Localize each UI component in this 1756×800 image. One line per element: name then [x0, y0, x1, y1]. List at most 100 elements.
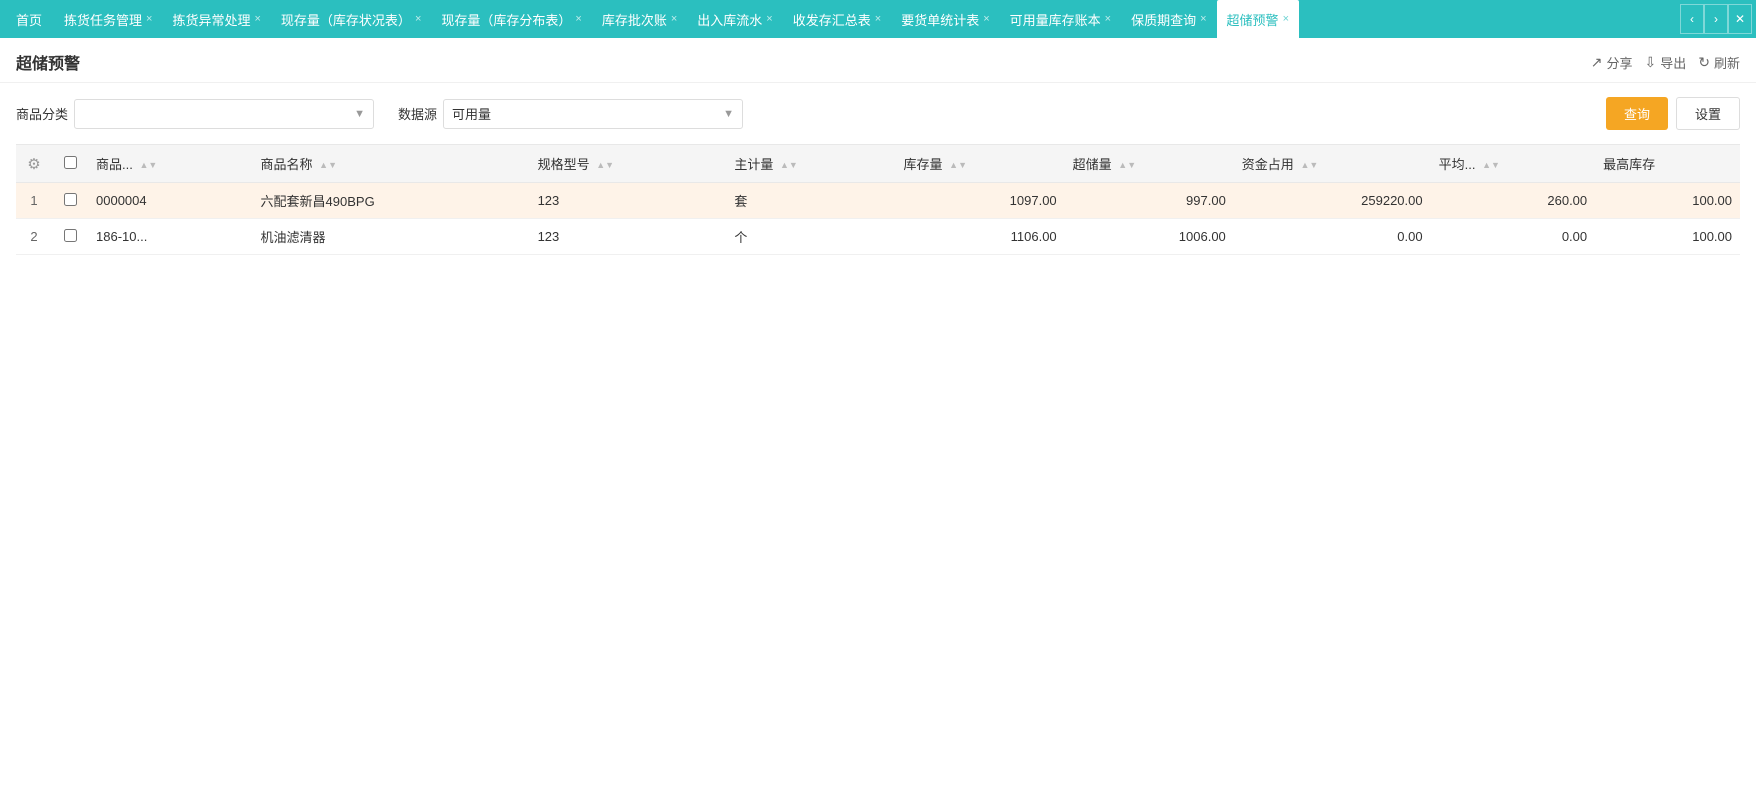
nav-tab-8[interactable]: 要货单统计表×: [891, 0, 999, 38]
nav-tab-7[interactable]: 收发存汇总表×: [783, 0, 891, 38]
export-button[interactable]: ⇩ 导出: [1645, 53, 1687, 72]
th-settings: ⚙: [16, 145, 52, 183]
row-product-name: 六配套新昌490BPG: [253, 183, 530, 219]
filter-buttons: 查询 设置: [1606, 97, 1740, 130]
top-nav: 首页拣货任务管理×拣货异常处理×现存量（库存状况表）×现存量（库存分布表）×库存…: [0, 0, 1756, 38]
sort-icon-unit[interactable]: ▲▼: [780, 161, 798, 170]
settings-button[interactable]: 设置: [1676, 97, 1740, 130]
table-wrap: ⚙ 商品... ▲▼ 商品名称 ▲▼ 规格型号 ▲▼ 主计: [0, 144, 1756, 255]
th-capital: 资金占用 ▲▼: [1234, 145, 1431, 183]
th-unit: 主计量 ▲▼: [726, 145, 895, 183]
th-stock-label: 库存量: [904, 157, 943, 172]
tab-close-icon-4[interactable]: ×: [575, 13, 581, 25]
row-checkbox-1[interactable]: [64, 229, 77, 242]
tab-close-icon-1[interactable]: ×: [146, 13, 152, 25]
row-avg: 0.00: [1431, 219, 1596, 255]
data-table: ⚙ 商品... ▲▼ 商品名称 ▲▼ 规格型号 ▲▼ 主计: [16, 144, 1740, 255]
query-button[interactable]: 查询: [1606, 97, 1668, 130]
th-over-stock: 超储量 ▲▼: [1065, 145, 1234, 183]
row-max-stock: 100.00: [1595, 183, 1740, 219]
sort-icon-over-stock[interactable]: ▲▼: [1118, 161, 1136, 170]
th-product-name-label: 商品名称: [261, 157, 313, 172]
nav-tab-1[interactable]: 拣货任务管理×: [54, 0, 162, 38]
th-spec: 规格型号 ▲▼: [530, 145, 727, 183]
th-max-stock: 最高库存: [1595, 145, 1740, 183]
table-body: 1 0000004 六配套新昌490BPG 123 套 1097.00 997.…: [16, 183, 1740, 255]
nav-tab-6[interactable]: 出入库流水×: [687, 0, 782, 38]
th-stock: 库存量 ▲▼: [896, 145, 1065, 183]
th-capital-label: 资金占用: [1242, 157, 1294, 172]
category-select[interactable]: ▼: [74, 99, 374, 129]
tab-close-icon-6[interactable]: ×: [766, 13, 772, 25]
tab-close-icon-10[interactable]: ×: [1200, 13, 1206, 25]
chevron-down-icon: ▼: [354, 108, 365, 120]
row-capital: 0.00: [1234, 219, 1431, 255]
row-max-stock: 100.00: [1595, 219, 1740, 255]
th-over-stock-label: 超储量: [1073, 157, 1112, 172]
row-unit: 个: [726, 219, 895, 255]
nav-tab-10[interactable]: 保质期查询×: [1121, 0, 1216, 38]
table-row: 2 186-10... 机油滤清器 123 个 1106.00 1006.00 …: [16, 219, 1740, 255]
nav-close-button[interactable]: ✕: [1728, 4, 1752, 34]
datasource-label: 数据源: [398, 104, 437, 123]
page-title: 超储预警: [16, 50, 80, 74]
page-header: 超储预警 ↗ 分享 ⇩ 导出 ↻ 刷新: [0, 38, 1756, 83]
row-product-name: 机油滤清器: [253, 219, 530, 255]
row-stock: 1097.00: [896, 183, 1065, 219]
nav-next-button[interactable]: ›: [1704, 4, 1728, 34]
settings-icon[interactable]: ⚙: [25, 155, 43, 173]
th-checkbox: [52, 145, 88, 183]
tab-close-icon-11[interactable]: ×: [1283, 13, 1289, 25]
tab-close-icon-7[interactable]: ×: [875, 13, 881, 25]
row-num: 1: [16, 183, 52, 219]
datasource-select[interactable]: 可用量 ▼: [443, 99, 743, 129]
nav-tab-9[interactable]: 可用量库存账本×: [1000, 0, 1121, 38]
sort-icon-spec[interactable]: ▲▼: [596, 161, 614, 170]
row-unit: 套: [726, 183, 895, 219]
row-capital: 259220.00: [1234, 183, 1431, 219]
sort-icon-capital[interactable]: ▲▼: [1300, 161, 1318, 170]
sort-icon-avg[interactable]: ▲▼: [1482, 161, 1500, 170]
table-header: ⚙ 商品... ▲▼ 商品名称 ▲▼ 规格型号 ▲▼ 主计: [16, 145, 1740, 183]
tab-close-icon-5[interactable]: ×: [671, 13, 677, 25]
nav-arrows: ‹ › ✕: [1680, 4, 1752, 34]
th-product-name: 商品名称 ▲▼: [253, 145, 530, 183]
tab-close-icon-2[interactable]: ×: [254, 13, 260, 25]
datasource-select-value: 可用量: [452, 104, 491, 123]
export-icon: ⇩: [1645, 54, 1657, 71]
nav-tab-11[interactable]: 超储预警×: [1217, 0, 1299, 38]
category-label: 商品分类: [16, 104, 68, 123]
share-button[interactable]: ↗ 分享: [1591, 53, 1633, 72]
sort-icon-product-name[interactable]: ▲▼: [319, 161, 337, 170]
select-all-checkbox[interactable]: [64, 156, 77, 169]
nav-tab-3[interactable]: 现存量（库存状况表）×: [271, 0, 431, 38]
row-product-code: 186-10...: [88, 219, 253, 255]
nav-tab-4[interactable]: 现存量（库存分布表）×: [431, 0, 591, 38]
row-spec: 123: [530, 183, 727, 219]
tab-close-icon-8[interactable]: ×: [983, 13, 989, 25]
datasource-filter: 数据源 可用量 ▼: [398, 99, 743, 129]
sort-icon-stock[interactable]: ▲▼: [949, 161, 967, 170]
th-product-code-label: 商品...: [96, 157, 133, 172]
nav-prev-button[interactable]: ‹: [1680, 4, 1704, 34]
tab-close-icon-3[interactable]: ×: [415, 13, 421, 25]
row-over-stock: 1006.00: [1065, 219, 1234, 255]
share-icon: ↗: [1591, 54, 1603, 71]
row-product-code: 0000004: [88, 183, 253, 219]
tab-close-icon-9[interactable]: ×: [1105, 13, 1111, 25]
nav-tab-2[interactable]: 拣货异常处理×: [162, 0, 270, 38]
refresh-button[interactable]: ↻ 刷新: [1698, 53, 1740, 72]
row-checkbox-0[interactable]: [64, 193, 77, 206]
nav-tab-0[interactable]: 首页: [4, 0, 54, 38]
sort-icon-product-code[interactable]: ▲▼: [139, 161, 157, 170]
filter-bar: 商品分类 ▼ 数据源 可用量 ▼ 查询 设置: [0, 83, 1756, 144]
header-actions: ↗ 分享 ⇩ 导出 ↻ 刷新: [1591, 53, 1740, 72]
row-spec: 123: [530, 219, 727, 255]
th-product-code: 商品... ▲▼: [88, 145, 253, 183]
th-avg-label: 平均...: [1439, 157, 1476, 172]
chevron-down-icon-2: ▼: [723, 108, 734, 120]
row-over-stock: 997.00: [1065, 183, 1234, 219]
nav-tab-5[interactable]: 库存批次账×: [592, 0, 687, 38]
th-spec-label: 规格型号: [538, 157, 590, 172]
category-filter: 商品分类 ▼: [16, 99, 374, 129]
